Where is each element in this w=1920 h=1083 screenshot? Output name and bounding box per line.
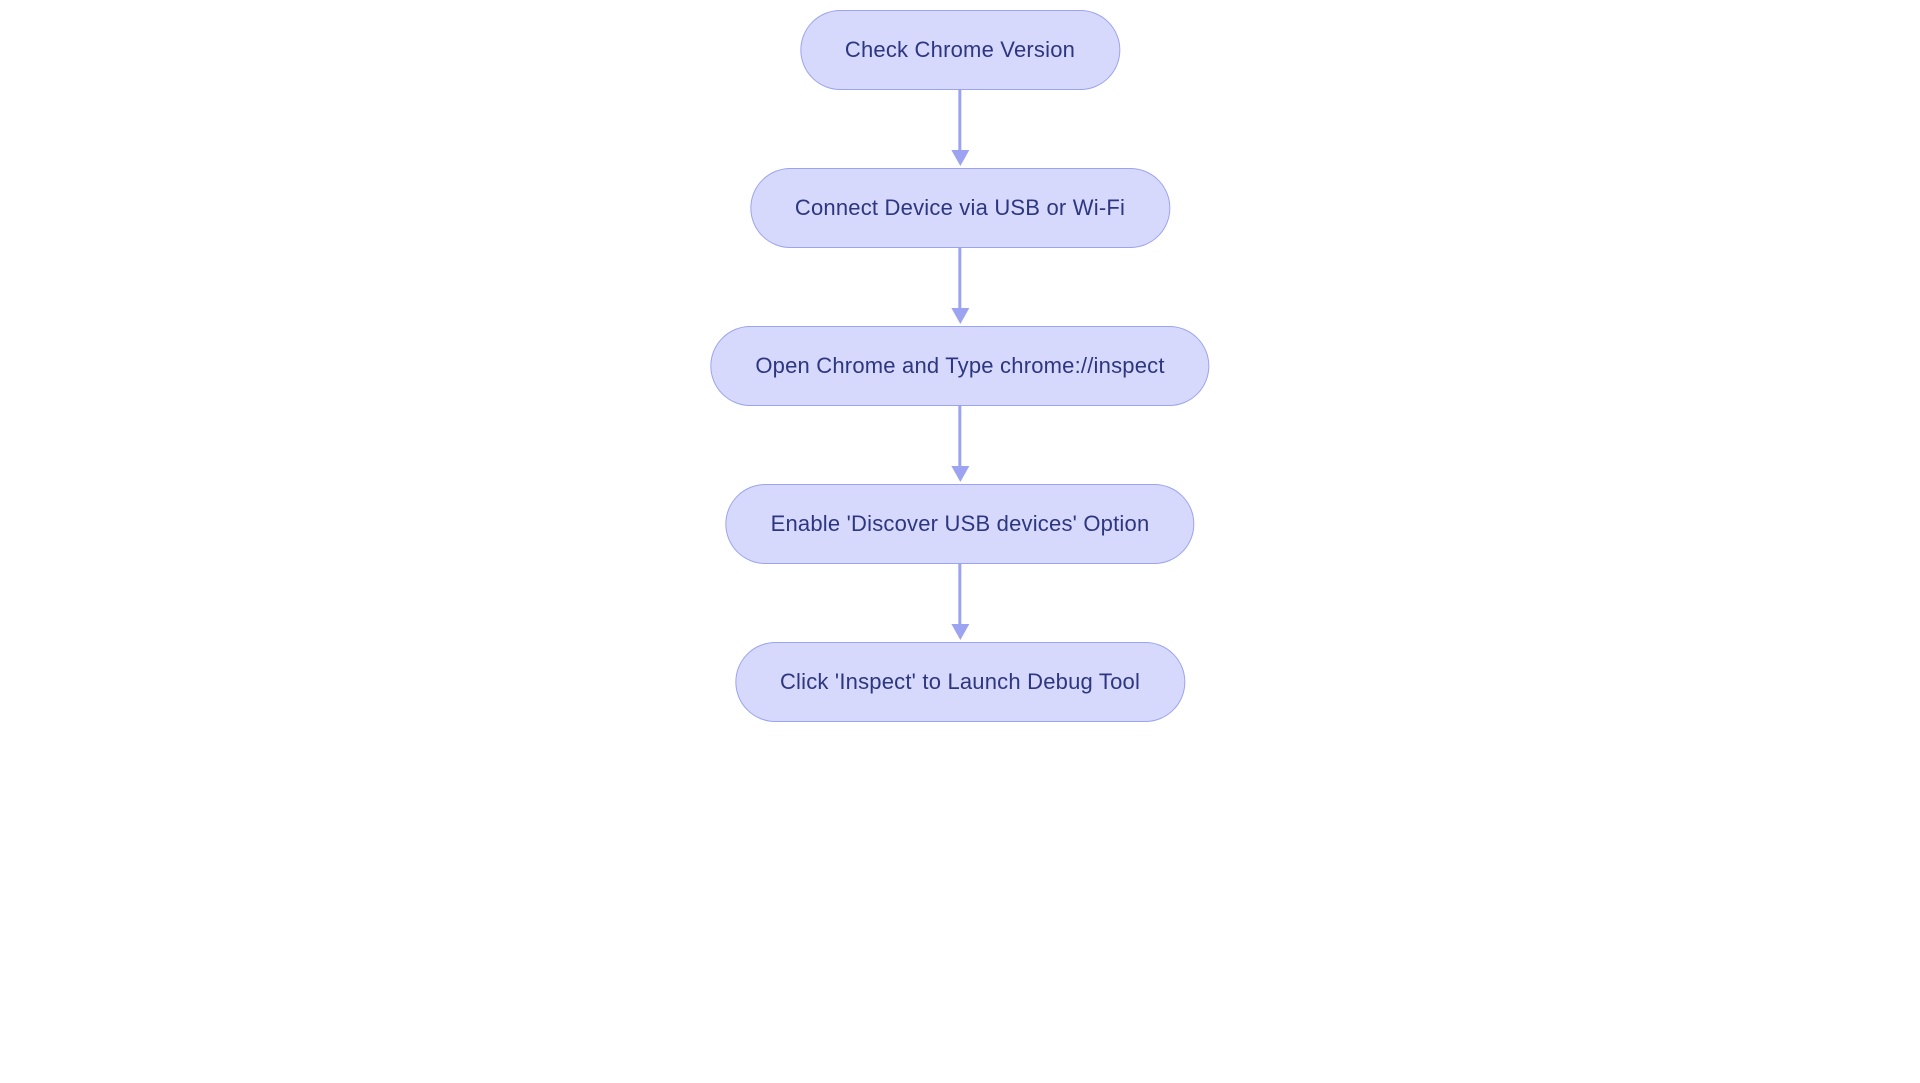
arrow-head-icon: [951, 150, 969, 166]
flowchart-container: Check Chrome Version Connect Device via …: [710, 10, 1209, 722]
arrow-line-icon: [959, 248, 962, 310]
node-label: Click 'Inspect' to Launch Debug Tool: [780, 669, 1140, 694]
arrow-line-icon: [959, 406, 962, 468]
flowchart-node-1: Check Chrome Version: [800, 10, 1120, 90]
flowchart-node-4: Enable 'Discover USB devices' Option: [726, 484, 1195, 564]
arrow-head-icon: [951, 466, 969, 482]
arrow-connector: [950, 90, 970, 168]
arrow-connector: [950, 248, 970, 326]
arrow-connector: [950, 564, 970, 642]
node-label: Enable 'Discover USB devices' Option: [771, 511, 1150, 536]
arrow-head-icon: [951, 308, 969, 324]
arrow-line-icon: [959, 564, 962, 626]
node-label: Connect Device via USB or Wi-Fi: [795, 195, 1125, 220]
arrow-connector: [950, 406, 970, 484]
arrow-line-icon: [959, 90, 962, 152]
node-label: Open Chrome and Type chrome://inspect: [755, 353, 1164, 378]
flowchart-node-3: Open Chrome and Type chrome://inspect: [710, 326, 1209, 406]
arrow-head-icon: [951, 624, 969, 640]
flowchart-node-2: Connect Device via USB or Wi-Fi: [750, 168, 1170, 248]
node-label: Check Chrome Version: [845, 37, 1075, 62]
flowchart-node-5: Click 'Inspect' to Launch Debug Tool: [735, 642, 1185, 722]
